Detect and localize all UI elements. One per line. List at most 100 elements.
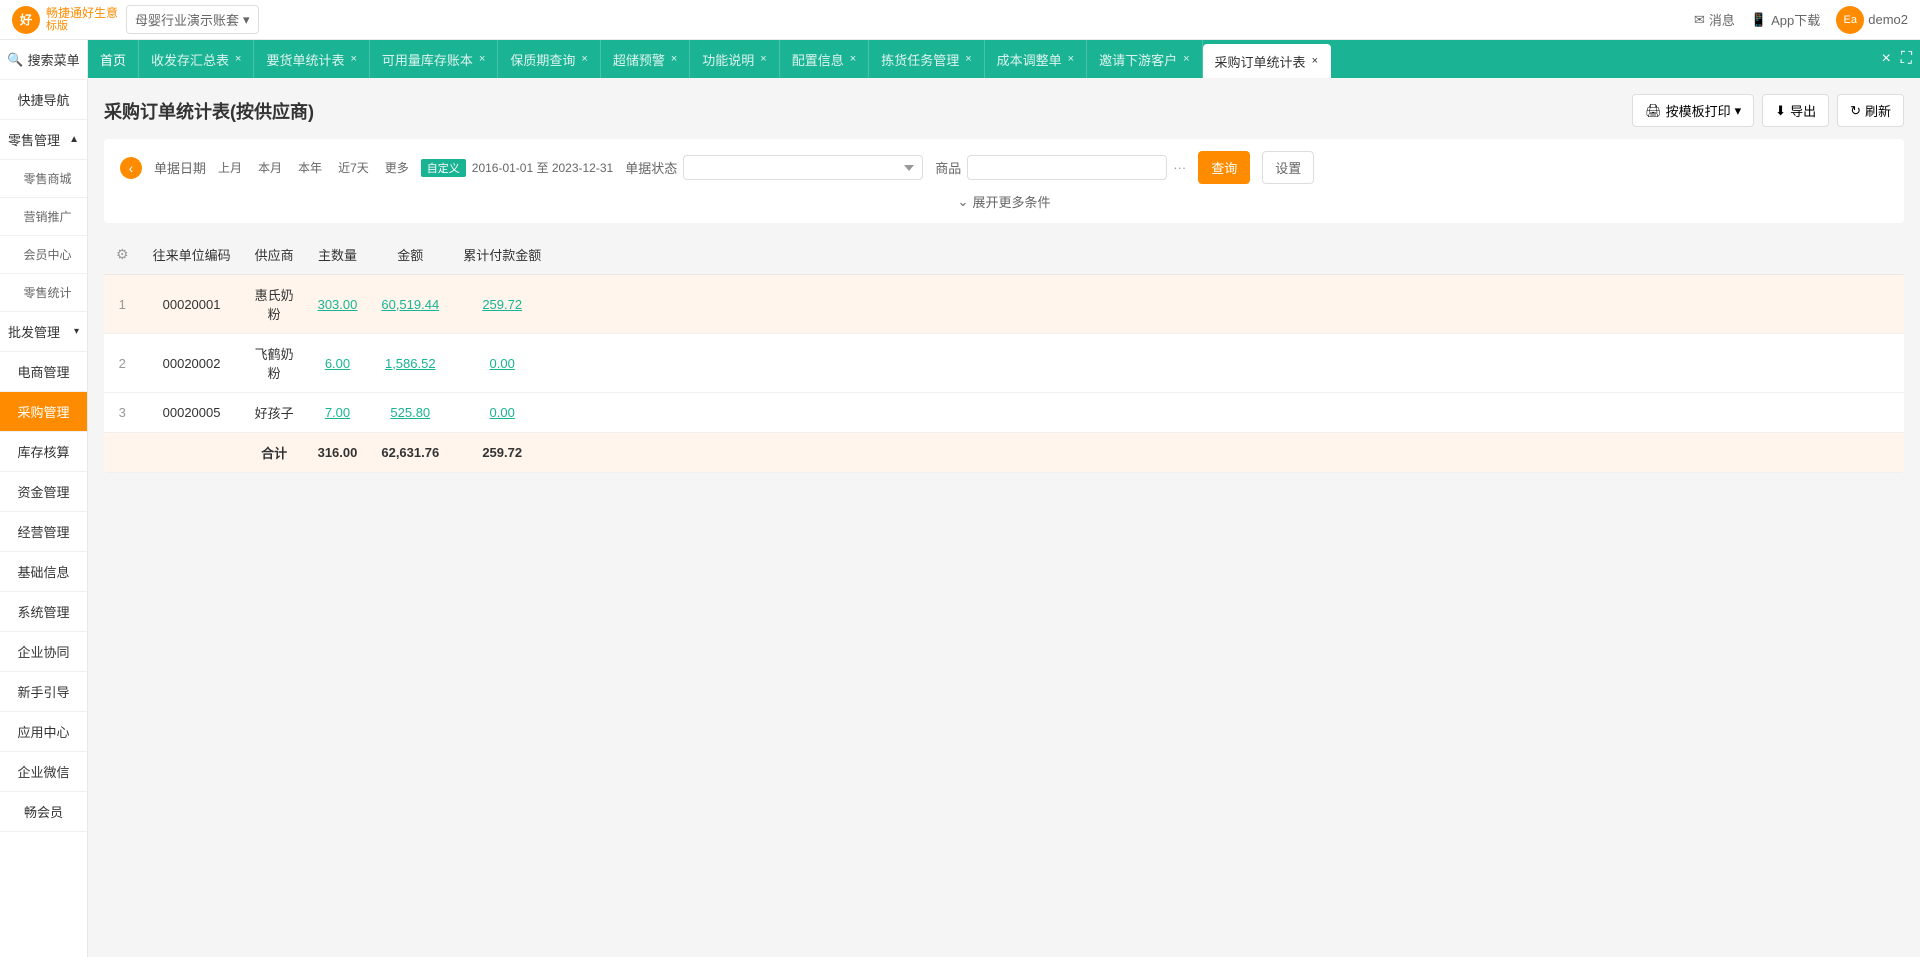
tab-home[interactable]: 首页 xyxy=(88,40,139,78)
query-btn[interactable]: 查询 xyxy=(1198,151,1250,184)
collapse-filter-btn[interactable]: ‹ xyxy=(120,157,142,179)
refresh-icon: ↻ xyxy=(1850,103,1861,119)
filter-card: ‹ 单据日期 上月 本月 本年 近7天 更多 自定义 2016-01-01 至 … xyxy=(104,139,1904,223)
logo-icon: 好 xyxy=(12,6,40,34)
row-quantity[interactable]: 7.00 xyxy=(306,393,370,433)
row-code: 00020005 xyxy=(141,393,243,433)
app-download-btn[interactable]: 📱 App下载 xyxy=(1751,10,1820,29)
sidebar-item-inventory[interactable]: 库存核算 xyxy=(0,432,87,472)
close-icon[interactable]: × xyxy=(479,53,485,65)
close-tab-btn[interactable]: × xyxy=(1877,48,1894,70)
sidebar-item-system[interactable]: 系统管理 xyxy=(0,592,87,632)
row-num: 3 xyxy=(104,393,141,433)
sidebar-item-search[interactable]: 🔍 搜索菜单 xyxy=(0,40,87,80)
row-code: 00020001 xyxy=(141,275,243,334)
more-date-btn[interactable]: 更多 xyxy=(379,157,415,178)
status-label: 单据状态 xyxy=(625,158,677,177)
sidebar-item-guide[interactable]: 新手引导 xyxy=(0,672,87,712)
col-supplier: 供应商 xyxy=(243,235,306,275)
tab-purchase-stat[interactable]: 采购订单统计表 × xyxy=(1203,44,1331,78)
more-icon[interactable]: ··· xyxy=(1173,160,1186,175)
row-quantity[interactable]: 303.00 xyxy=(306,275,370,334)
tab-cost-adjust[interactable]: 成本调整单 × xyxy=(985,40,1087,78)
row-paid[interactable]: 259.72 xyxy=(451,275,553,334)
tab-collection[interactable]: 收发存汇总表 × xyxy=(139,40,254,78)
row-amount[interactable]: 1,586.52 xyxy=(369,334,451,393)
sidebar-item-wholesale[interactable]: 批发管理 ▾ xyxy=(0,312,87,352)
tab-order-stat[interactable]: 要货单统计表 × xyxy=(254,40,369,78)
last-month-btn[interactable]: 上月 xyxy=(212,157,248,178)
row-amount[interactable]: 525.80 xyxy=(369,393,451,433)
sidebar-item-member[interactable]: 会员中心 xyxy=(0,236,87,274)
sidebar-item-app-center[interactable]: 应用中心 xyxy=(0,712,87,752)
sidebar-item-enterprise[interactable]: 企业协同 xyxy=(0,632,87,672)
refresh-btn[interactable]: ↻ 刷新 xyxy=(1837,94,1904,127)
col-code: 往来单位编码 xyxy=(141,235,243,275)
tab-pick-task[interactable]: 拣货任务管理 × xyxy=(869,40,984,78)
table-header-row: ⚙ 往来单位编码 供应商 主数量 金额 累计付款金额 xyxy=(104,235,1904,275)
close-icon[interactable]: × xyxy=(235,53,241,65)
export-btn[interactable]: ⬇ 导出 xyxy=(1762,94,1829,127)
tab-invite[interactable]: 邀请下游客户 × xyxy=(1087,40,1202,78)
sidebar-item-retail-shop[interactable]: 零售商城 xyxy=(0,160,87,198)
sidebar-item-marketing[interactable]: 营销推广 xyxy=(0,198,87,236)
sidebar-item-quick-nav[interactable]: 快捷导航 xyxy=(0,80,87,120)
sidebar-item-basic[interactable]: 基础信息 xyxy=(0,552,87,592)
logo-text: 畅捷通好生意 标版 xyxy=(46,6,118,34)
top-bar-left: 好 畅捷通好生意 标版 母婴行业演示账套 ▾ xyxy=(12,5,259,34)
row-code: 00020002 xyxy=(141,334,243,393)
footer-paid: 259.72 xyxy=(451,433,553,473)
close-icon[interactable]: × xyxy=(965,53,971,65)
sidebar-item-finance[interactable]: 资金管理 xyxy=(0,472,87,512)
sidebar-item-retail-stat[interactable]: 零售统计 xyxy=(0,274,87,312)
tab-overstock[interactable]: 超储预警 × xyxy=(601,40,690,78)
sidebar-item-operation[interactable]: 经营管理 xyxy=(0,512,87,552)
close-icon[interactable]: × xyxy=(1312,55,1318,67)
close-icon[interactable]: × xyxy=(1068,53,1074,65)
tab-usable-inv[interactable]: 可用量库存账本 × xyxy=(370,40,498,78)
status-select[interactable] xyxy=(683,155,923,180)
goods-label: 商品 xyxy=(935,158,961,177)
workspace-selector[interactable]: 母婴行业演示账套 ▾ xyxy=(126,5,259,34)
table-row: 1 00020001 惠氏奶粉 303.00 60,519.44 259.72 xyxy=(104,275,1904,334)
tab-expiry[interactable]: 保质期查询 × xyxy=(498,40,600,78)
sidebar-item-member2[interactable]: 畅会员 xyxy=(0,792,87,832)
expand-more-btn[interactable]: ⌄ 展开更多条件 xyxy=(958,192,1051,211)
col-extra xyxy=(553,235,1904,275)
settings-icon[interactable]: ⚙ xyxy=(116,246,129,262)
tab-func-desc[interactable]: 功能说明 × xyxy=(690,40,779,78)
table-body: 1 00020001 惠氏奶粉 303.00 60,519.44 259.72 … xyxy=(104,275,1904,433)
close-icon[interactable]: × xyxy=(760,53,766,65)
row-paid[interactable]: 0.00 xyxy=(451,393,553,433)
message-btn[interactable]: ✉ 消息 xyxy=(1694,10,1735,29)
row-paid[interactable]: 0.00 xyxy=(451,334,553,393)
footer-label: 合计 xyxy=(243,433,306,473)
maximize-tab-btn[interactable]: ⛶ xyxy=(1897,48,1916,70)
top-bar: 好 畅捷通好生意 标版 母婴行业演示账套 ▾ ✉ 消息 📱 App下载 Ea d… xyxy=(0,0,1920,40)
table-row: 3 00020005 好孩子 7.00 525.80 0.00 xyxy=(104,393,1904,433)
print-btn[interactable]: 🖨 按模板打印 ▾ xyxy=(1632,94,1754,127)
row-amount[interactable]: 60,519.44 xyxy=(369,275,451,334)
sidebar-item-ecommerce[interactable]: 电商管理 xyxy=(0,352,87,392)
close-icon[interactable]: × xyxy=(581,53,587,65)
settings-btn[interactable]: 设置 xyxy=(1262,151,1314,184)
tab-config[interactable]: 配置信息 × xyxy=(780,40,869,78)
last-7days-btn[interactable]: 近7天 xyxy=(332,157,375,178)
user-avatar[interactable]: Ea demo2 xyxy=(1836,6,1908,34)
row-quantity[interactable]: 6.00 xyxy=(306,334,370,393)
print-icon: 🖨 xyxy=(1645,103,1662,119)
close-icon[interactable]: × xyxy=(850,53,856,65)
close-icon[interactable]: × xyxy=(671,53,677,65)
this-year-btn[interactable]: 本年 xyxy=(292,157,328,178)
this-month-btn[interactable]: 本月 xyxy=(252,157,288,178)
main-layout: 🔍 搜索菜单 快捷导航 零售管理 ▲ 零售商城 营销推广 会员中心 零售统计 批… xyxy=(0,40,1920,957)
page-content: 采购订单统计表(按供应商) 🖨 按模板打印 ▾ ⬇ 导出 ↻ 刷新 xyxy=(88,78,1920,957)
close-icon[interactable]: × xyxy=(1183,53,1189,65)
close-icon[interactable]: × xyxy=(350,53,356,65)
export-icon: ⬇ xyxy=(1775,103,1786,119)
sidebar-item-purchase[interactable]: 采购管理 xyxy=(0,392,87,432)
sidebar-item-retail[interactable]: 零售管理 ▲ xyxy=(0,120,87,160)
table-card: ⚙ 往来单位编码 供应商 主数量 金额 累计付款金额 1 00020001 惠氏… xyxy=(104,235,1904,473)
goods-input[interactable] xyxy=(967,155,1167,180)
sidebar-item-wechat[interactable]: 企业微信 xyxy=(0,752,87,792)
